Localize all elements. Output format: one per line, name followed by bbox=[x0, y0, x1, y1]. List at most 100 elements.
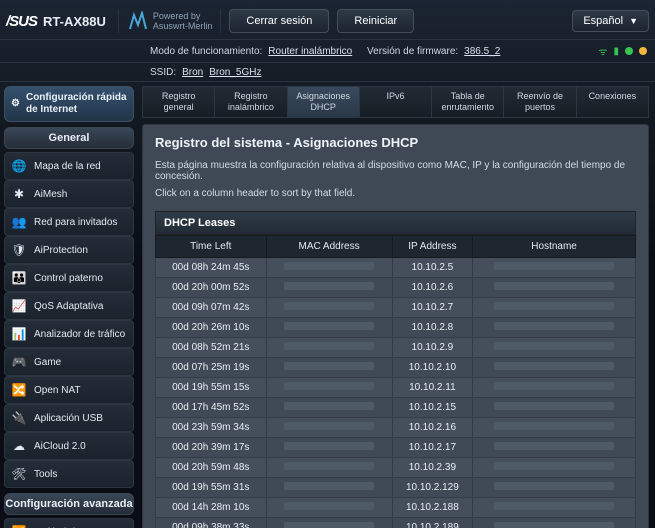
redacted-host bbox=[494, 322, 614, 330]
redacted-mac bbox=[284, 362, 374, 370]
powered-by: Powered by Asuswrt-Merlin bbox=[118, 9, 222, 33]
tab-tabla de[interactable]: Tabla deenrutamiento bbox=[431, 86, 503, 118]
tab-ipv6[interactable]: IPv6 bbox=[359, 86, 431, 118]
redacted-mac bbox=[284, 422, 374, 430]
tab-registro[interactable]: Registrogeneral bbox=[142, 86, 214, 118]
redacted-host bbox=[494, 282, 614, 290]
table-row: 00d 17h 45m 52s10.10.2.15 bbox=[156, 397, 636, 417]
ssid-bar: SSID: Bron Bron_5GHz bbox=[0, 63, 655, 82]
cell-ip: 10.10.2.39 bbox=[392, 457, 473, 477]
redacted-mac bbox=[284, 482, 374, 490]
sidebar-item-globe[interactable]: 🌐Mapa de la red bbox=[4, 152, 134, 180]
signal-icon: ▮ bbox=[613, 46, 619, 57]
table-row: 00d 08h 24m 45s10.10.2.5 bbox=[156, 257, 636, 277]
col-host[interactable]: Hostname bbox=[473, 235, 636, 257]
sort-hint: Click on a column header to sort by that… bbox=[155, 188, 636, 199]
sidebar-item-label: Mapa de la red bbox=[34, 161, 101, 172]
col-ip[interactable]: IP Address bbox=[392, 235, 473, 257]
cell-time: 00d 19h 55m 31s bbox=[156, 477, 267, 497]
tab-asignaciones[interactable]: AsignacionesDHCP bbox=[287, 86, 359, 118]
cell-time: 00d 20h 59m 48s bbox=[156, 457, 267, 477]
cell-time: 00d 09h 38m 33s bbox=[156, 517, 267, 528]
wifi-icon: 📶 bbox=[11, 524, 27, 528]
sidebar-item-qos[interactable]: 📈QoS Adaptativa bbox=[4, 292, 134, 320]
logout-button[interactable]: Cerrar sesión bbox=[229, 9, 329, 33]
sidebar-item-cloud[interactable]: ☁AiCloud 2.0 bbox=[4, 432, 134, 460]
sidebar-item-label: Red para invitados bbox=[34, 217, 117, 228]
redacted-mac bbox=[284, 262, 374, 270]
sidebar: ⚙ Configuración rápida de Internet Gener… bbox=[0, 82, 138, 528]
tab-label: Tabla deenrutamiento bbox=[441, 91, 494, 112]
tab-bar: RegistrogeneralRegistroinalámbricoAsigna… bbox=[142, 86, 649, 118]
cell-host bbox=[473, 477, 636, 497]
tab-conexiones[interactable]: Conexiones bbox=[576, 86, 649, 118]
sidebar-item-label: Game bbox=[34, 357, 61, 368]
tab-registro[interactable]: Registroinalámbrico bbox=[214, 86, 286, 118]
wifi-icon: ᯤ bbox=[598, 44, 607, 58]
redacted-mac bbox=[284, 282, 374, 290]
sidebar-item-nat[interactable]: 🔀Open NAT bbox=[4, 376, 134, 404]
sidebar-item-guest[interactable]: 👥 Red para invitados bbox=[4, 208, 134, 236]
redacted-host bbox=[494, 302, 614, 310]
sidebar-item-label: Tools bbox=[34, 469, 57, 480]
cell-time: 00d 20h 00m 52s bbox=[156, 277, 267, 297]
quick-setup-label: Configuración rápida de Internet bbox=[26, 92, 127, 116]
redacted-mac bbox=[284, 322, 374, 330]
sidebar-item-game[interactable]: 🎮 Game bbox=[4, 348, 134, 376]
cell-host bbox=[473, 437, 636, 457]
redacted-mac bbox=[284, 402, 374, 410]
sidebar-item-parental[interactable]: 👪Control paterno bbox=[4, 264, 134, 292]
redacted-mac bbox=[284, 342, 374, 350]
main-area: ⚙ Configuración rápida de Internet Gener… bbox=[0, 82, 655, 528]
parental-icon: 👪 bbox=[11, 270, 27, 286]
cell-mac bbox=[266, 497, 392, 517]
shield-icon: 🛡 bbox=[11, 242, 27, 258]
fw-value-link[interactable]: 386.5_2 bbox=[464, 46, 500, 57]
sidebar-item-usb[interactable]: 🔌Aplicación USB bbox=[4, 404, 134, 432]
table-row: 00d 07h 25m 19s10.10.2.10 bbox=[156, 357, 636, 377]
sidebar-item-mesh[interactable]: ✱AiMesh bbox=[4, 180, 134, 208]
table-row: 00d 20h 39m 17s10.10.2.17 bbox=[156, 437, 636, 457]
guest-icon: 👥 bbox=[11, 214, 27, 230]
table-row: 00d 20h 26m 10s10.10.2.8 bbox=[156, 317, 636, 337]
language-select[interactable]: Español ▼ bbox=[572, 10, 649, 32]
cell-mac bbox=[266, 297, 392, 317]
col-mac[interactable]: MAC Address bbox=[266, 235, 392, 257]
sidebar-item-traffic[interactable]: 📊Analizador de tráfico bbox=[4, 320, 134, 348]
sidebar-item-label: AiCloud 2.0 bbox=[34, 441, 86, 452]
sidebar-item-label: AiProtection bbox=[34, 245, 88, 256]
mode-label: Modo de funcionamiento: bbox=[150, 46, 262, 57]
sidebar-item-wifi[interactable]: 📶Inalámbrico bbox=[4, 518, 134, 528]
merlin-icon bbox=[127, 11, 149, 31]
panel: Registro del sistema - Asignaciones DHCP… bbox=[142, 124, 649, 528]
redacted-host bbox=[494, 442, 614, 450]
table-row: 00d 19h 55m 15s10.10.2.11 bbox=[156, 377, 636, 397]
cell-mac bbox=[266, 477, 392, 497]
tab-reenvío de[interactable]: Reenvío depuertos bbox=[503, 86, 575, 118]
redacted-host bbox=[494, 382, 614, 390]
redacted-mac bbox=[284, 522, 374, 528]
content-area: RegistrogeneralRegistroinalámbricoAsigna… bbox=[138, 82, 655, 528]
cell-time: 00d 20h 26m 10s bbox=[156, 317, 267, 337]
brand: /SUS RT-AX88U bbox=[6, 13, 106, 30]
gear-icon: ⚙ bbox=[11, 98, 20, 110]
sidebar-item-tools[interactable]: 🛠Tools bbox=[4, 460, 134, 488]
cell-host bbox=[473, 337, 636, 357]
nat-icon: 🔀 bbox=[11, 382, 27, 398]
quick-setup-button[interactable]: ⚙ Configuración rápida de Internet bbox=[4, 86, 134, 122]
table-row: 00d 23h 59m 34s10.10.2.16 bbox=[156, 417, 636, 437]
sidebar-item-label: Aplicación USB bbox=[34, 413, 103, 424]
cell-mac bbox=[266, 357, 392, 377]
ssid-1-link[interactable]: Bron bbox=[182, 67, 203, 78]
ssid-2-link[interactable]: Bron_5GHz bbox=[209, 67, 261, 78]
col-time[interactable]: Time Left bbox=[156, 235, 267, 257]
sidebar-item-shield[interactable]: 🛡 AiProtection bbox=[4, 236, 134, 264]
game-icon: 🎮 bbox=[11, 354, 27, 370]
reboot-button[interactable]: Reiniciar bbox=[337, 9, 414, 33]
tab-label: Reenvío depuertos bbox=[517, 91, 563, 112]
mode-value-link[interactable]: Router inalámbrico bbox=[268, 46, 352, 57]
cell-mac bbox=[266, 417, 392, 437]
cell-host bbox=[473, 377, 636, 397]
table-row: 00d 14h 28m 10s10.10.2.188 bbox=[156, 497, 636, 517]
cell-ip: 10.10.2.15 bbox=[392, 397, 473, 417]
